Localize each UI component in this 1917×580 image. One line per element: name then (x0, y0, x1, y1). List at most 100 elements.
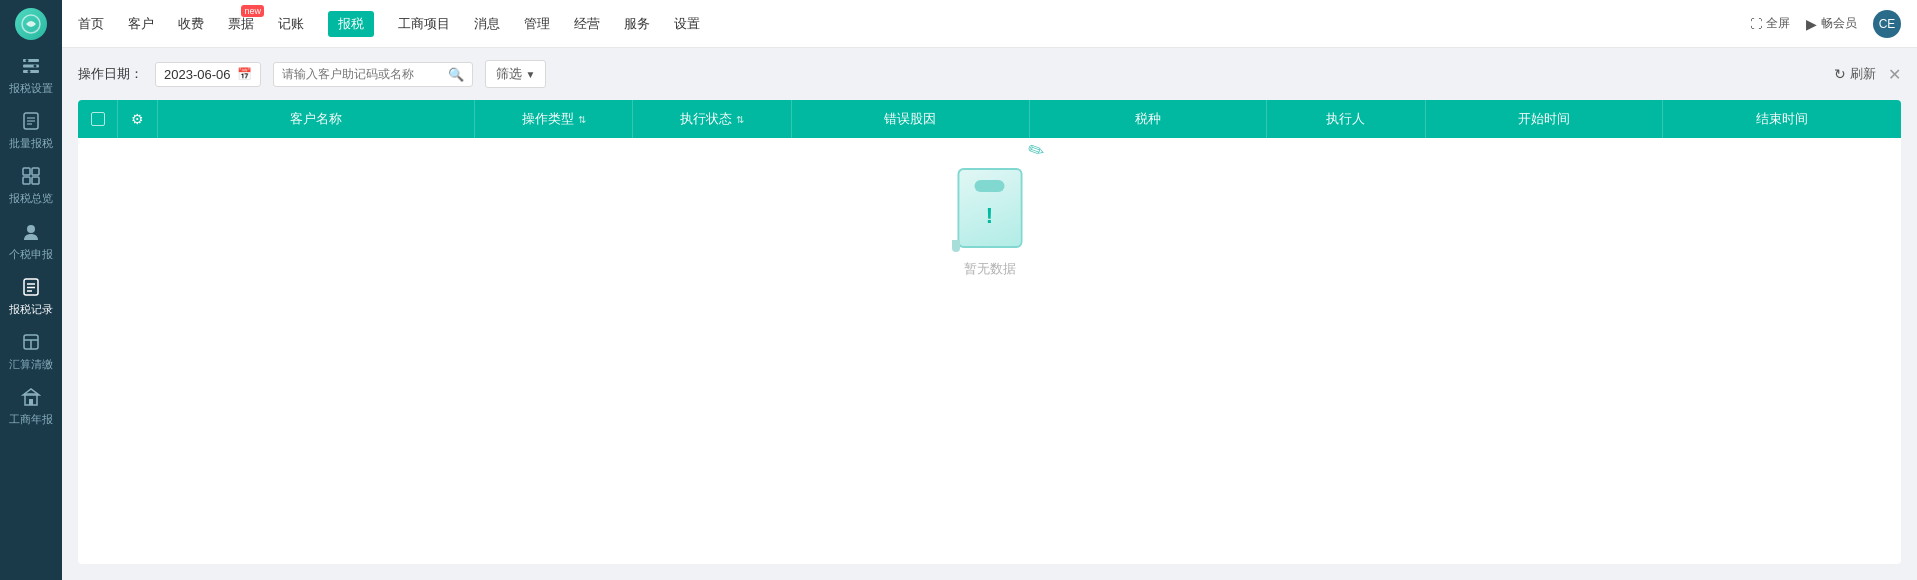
th-start-time: 开始时间 (1426, 100, 1664, 138)
chevron-down-icon: ▼ (526, 69, 536, 80)
sidebar-item-geshuishenbao[interactable]: 个税申报 (0, 214, 62, 269)
calc-icon (21, 332, 41, 355)
fullscreen-label: 全屏 (1766, 15, 1790, 32)
stand-left (952, 240, 960, 252)
table-scroll-area: ✏ ! 暂无数据 (78, 138, 1901, 564)
top-nav: 首页 客户 收费 票据 new 记账 报税 工商项目 消息 管理 经营 服务 设… (62, 0, 1917, 48)
refresh-button[interactable]: ↻ 刷新 (1834, 65, 1876, 83)
nav-jizhang[interactable]: 记账 (278, 11, 304, 37)
logo-icon (15, 8, 47, 40)
vip-icon: ▶ (1806, 16, 1817, 32)
new-badge: new (241, 5, 264, 17)
filter-label: 筛选 (496, 65, 522, 83)
calendar-icon: 📅 (237, 67, 252, 81)
svg-point-6 (28, 70, 31, 73)
sidebar-item-label: 报税记录 (9, 303, 53, 316)
table-header: ⚙ 客户名称 操作类型 ⇅ 执行状态 ⇅ 错误股因 税种 (78, 100, 1901, 138)
sidebar-item-label: 批量报税 (9, 137, 53, 150)
th-error-reason: 错误股因 (792, 100, 1030, 138)
sidebar-item-baoshui-zonglan[interactable]: 报税总览 (0, 158, 62, 213)
main-content: 首页 客户 收费 票据 new 记账 报税 工商项目 消息 管理 经营 服务 设… (62, 0, 1917, 580)
nav-shezhi[interactable]: 设置 (674, 11, 700, 37)
date-picker[interactable]: 2023-06-06 📅 (155, 62, 261, 87)
svg-rect-25 (29, 399, 33, 405)
nav-piao[interactable]: 票据 new (228, 11, 254, 37)
building-icon (21, 387, 41, 410)
th-end-time: 结束时间 (1663, 100, 1901, 138)
svg-point-4 (26, 59, 29, 62)
th-exec-status: 执行状态 ⇅ (633, 100, 791, 138)
nav-home[interactable]: 首页 (78, 11, 104, 37)
nav-jingying[interactable]: 经营 (574, 11, 600, 37)
col-end-label: 结束时间 (1756, 110, 1808, 128)
clipboard-top (975, 180, 1005, 192)
person-icon (21, 222, 41, 245)
toolbar: 操作日期： 2023-06-06 📅 🔍 筛选 ▼ ↻ 刷新 ✕ (62, 48, 1917, 100)
col-op-label: 操作类型 (522, 110, 574, 128)
date-value: 2023-06-06 (164, 67, 231, 82)
pencil-icon: ✏ (1024, 138, 1048, 164)
exclamation-mark: ! (986, 203, 993, 229)
sidebar-item-huisuan-jiaoshu[interactable]: 汇算清缴 (0, 324, 62, 379)
sidebar-item-label: 报税设置 (9, 82, 53, 95)
settings-icon (21, 56, 41, 79)
refresh-label: 刷新 (1850, 65, 1876, 83)
nav-baoshui[interactable]: 报税 (328, 11, 374, 37)
sidebar-item-gongshang-nianbao[interactable]: 工商年报 (0, 379, 62, 434)
sort-icon-op[interactable]: ⇅ (578, 114, 586, 125)
th-executor: 执行人 (1267, 100, 1425, 138)
svg-point-5 (34, 65, 37, 68)
sidebar-item-piliang-baoshui[interactable]: 批量报税 (0, 103, 62, 158)
th-op-type: 操作类型 ⇅ (475, 100, 633, 138)
svg-rect-13 (23, 177, 30, 184)
sidebar-item-label: 报税总览 (9, 192, 53, 205)
page-area: 操作日期： 2023-06-06 📅 🔍 筛选 ▼ ↻ 刷新 ✕ (62, 48, 1917, 580)
date-label: 操作日期： (78, 65, 143, 83)
nav-gongshang[interactable]: 工商项目 (398, 11, 450, 37)
user-avatar[interactable]: CE (1873, 10, 1901, 38)
col-client-label: 客户名称 (290, 110, 342, 128)
col-exec-label: 执行状态 (680, 110, 732, 128)
svg-point-15 (27, 225, 35, 233)
sidebar-logo (0, 0, 62, 48)
toolbar-right: ↻ 刷新 ✕ (1834, 65, 1901, 84)
header-checkbox[interactable] (91, 112, 105, 126)
filter-button[interactable]: 筛选 ▼ (485, 60, 547, 88)
svg-rect-12 (32, 168, 39, 175)
close-button[interactable]: ✕ (1888, 65, 1901, 84)
nav-fuwu[interactable]: 服务 (624, 11, 650, 37)
col-start-label: 开始时间 (1518, 110, 1570, 128)
th-checkbox[interactable] (78, 100, 118, 138)
svg-rect-2 (23, 65, 39, 68)
nav-xiaoxi[interactable]: 消息 (474, 11, 500, 37)
settings-col-icon: ⚙ (131, 111, 144, 127)
record-icon (21, 277, 41, 300)
sidebar-item-baoshui-shezhi[interactable]: 报税设置 (0, 48, 62, 103)
sidebar-item-baoshui-jilu[interactable]: 报税记录 (0, 269, 62, 324)
col-tax-label: 税种 (1135, 110, 1161, 128)
vip-label: 畅会员 (1821, 15, 1857, 32)
sidebar: 报税设置 批量报税 报税总览 (0, 0, 62, 580)
overview-icon (21, 166, 41, 189)
sidebar-item-label: 汇算清缴 (9, 358, 53, 371)
table-container: ⚙ 客户名称 操作类型 ⇅ 执行状态 ⇅ 错误股因 税种 (78, 100, 1901, 564)
search-wrap: 🔍 (273, 62, 473, 87)
refresh-icon: ↻ (1834, 66, 1846, 82)
search-input[interactable] (282, 67, 442, 81)
th-settings[interactable]: ⚙ (118, 100, 158, 138)
nav-items: 首页 客户 收费 票据 new 记账 报税 工商项目 消息 管理 经营 服务 设… (78, 11, 1750, 37)
nav-guanli[interactable]: 管理 (524, 11, 550, 37)
empty-state: ✏ ! 暂无数据 (78, 138, 1901, 278)
sort-icon-exec[interactable]: ⇅ (736, 114, 744, 125)
nav-shoufei[interactable]: 收费 (178, 11, 204, 37)
batch-icon (21, 111, 41, 134)
fullscreen-button[interactable]: ⛶ 全屏 (1750, 15, 1790, 32)
clipboard-body: ! (957, 168, 1022, 248)
vip-button[interactable]: ▶ 畅会员 (1806, 15, 1857, 32)
col-exec-person-label: 执行人 (1326, 110, 1365, 128)
empty-illustration: ✏ ! (940, 138, 1040, 248)
search-icon: 🔍 (448, 67, 464, 82)
nav-client[interactable]: 客户 (128, 11, 154, 37)
svg-rect-3 (23, 70, 39, 73)
empty-text: 暂无数据 (964, 260, 1016, 278)
